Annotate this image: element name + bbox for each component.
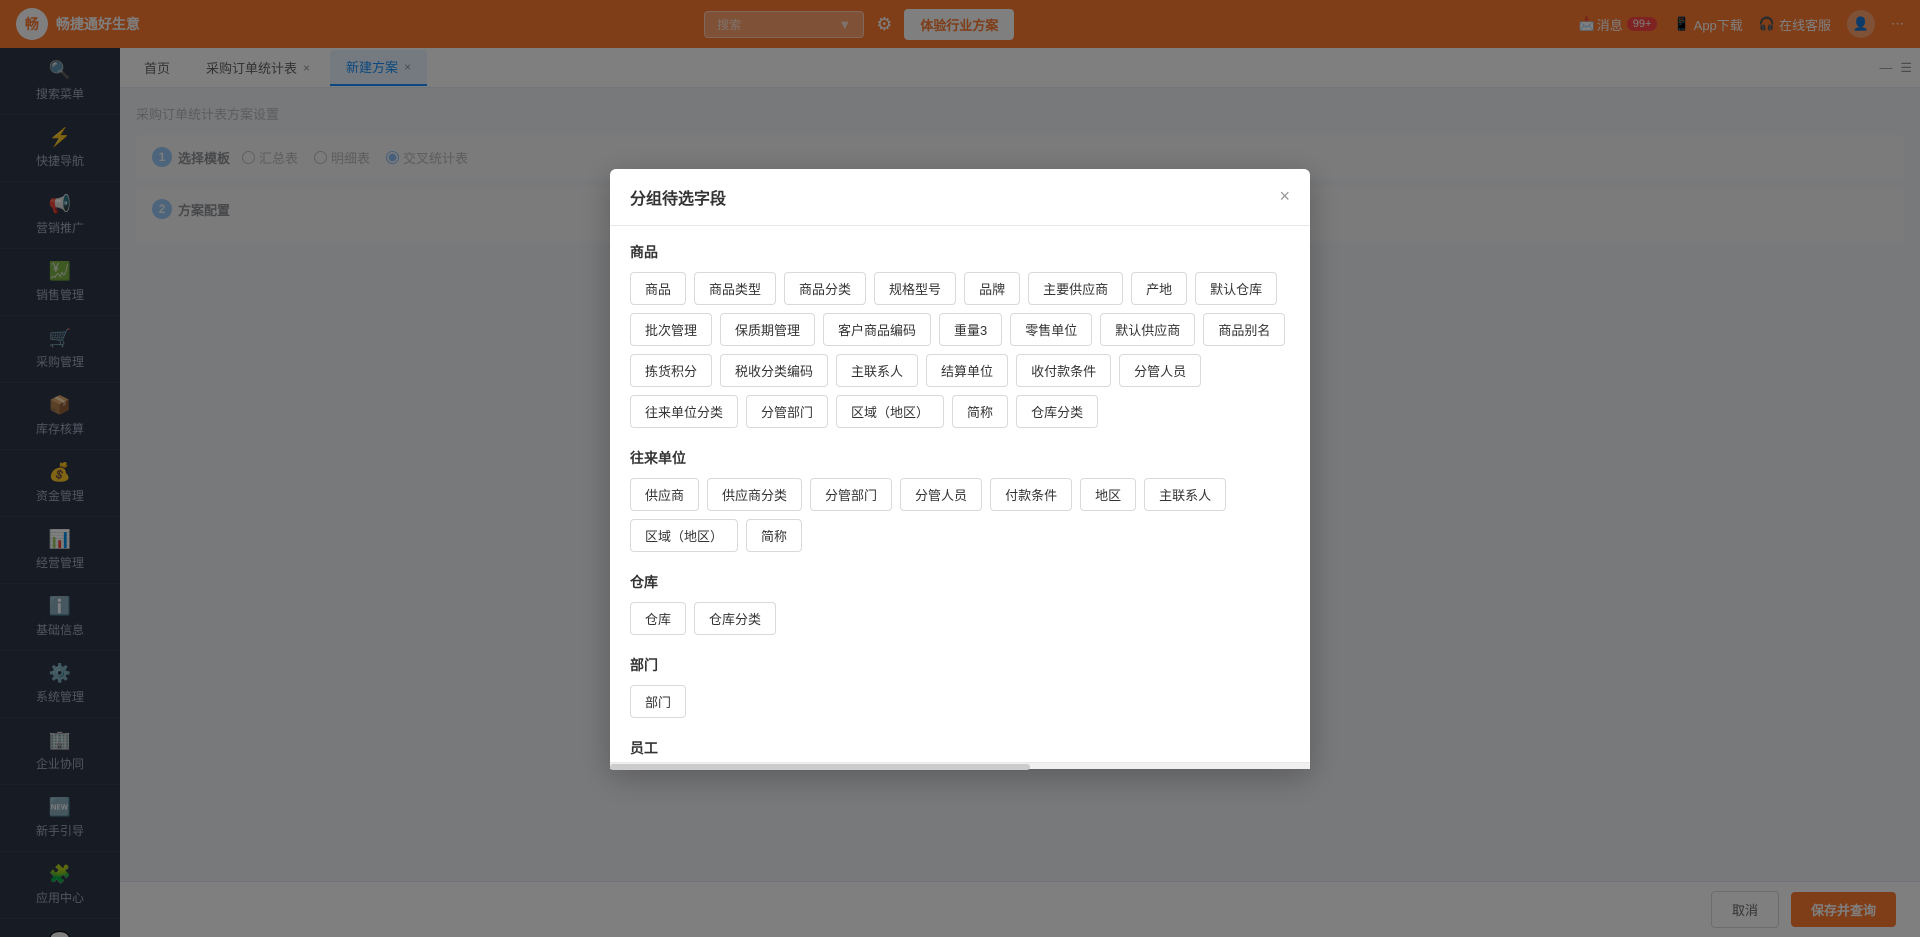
dialog-scrollbar-thumb bbox=[610, 764, 1030, 770]
dialog-header: 分组待选字段 × bbox=[610, 169, 1310, 226]
field-tag-batch-mgmt[interactable]: 批次管理 bbox=[630, 313, 712, 346]
section-dept: 部门 部门 bbox=[630, 655, 1290, 718]
field-tag-region2[interactable]: 区域（地区） bbox=[630, 519, 738, 552]
section-warehouse-title: 仓库 bbox=[630, 572, 1290, 592]
field-tag-goods[interactable]: 商品 bbox=[630, 272, 686, 305]
field-tag-contact[interactable]: 主联系人 bbox=[1144, 478, 1226, 511]
field-tag-origin[interactable]: 产地 bbox=[1131, 272, 1187, 305]
dialog-title: 分组待选字段 bbox=[630, 185, 726, 209]
field-tag-payment-terms[interactable]: 收付款条件 bbox=[1016, 354, 1111, 387]
field-tag-default-warehouse[interactable]: 默认仓库 bbox=[1195, 272, 1277, 305]
field-tag-quality-mgmt[interactable]: 保质期管理 bbox=[720, 313, 815, 346]
field-tag-interunit-category[interactable]: 往来单位分类 bbox=[630, 395, 738, 428]
warehouse-field-tags: 仓库 仓库分类 bbox=[630, 602, 1290, 635]
field-tag-main-contact[interactable]: 主联系人 bbox=[836, 354, 918, 387]
field-tag-warehouse-category[interactable]: 仓库分类 bbox=[1016, 395, 1098, 428]
field-tag-dept[interactable]: 分管部门 bbox=[810, 478, 892, 511]
field-tag-supplier[interactable]: 供应商 bbox=[630, 478, 699, 511]
field-tag-mgmt-dept[interactable]: 分管部门 bbox=[746, 395, 828, 428]
field-tag-customer-code[interactable]: 客户商品编码 bbox=[823, 313, 931, 346]
goods-field-tags: 商品 商品类型 商品分类 规格型号 品牌 主要供应商 产地 默认仓库 批次管理 … bbox=[630, 272, 1290, 428]
section-goods: 商品 商品 商品类型 商品分类 规格型号 品牌 主要供应商 产地 默认仓库 批次… bbox=[630, 242, 1290, 428]
section-goods-title: 商品 bbox=[630, 242, 1290, 262]
field-tag-main-supplier[interactable]: 主要供应商 bbox=[1028, 272, 1123, 305]
section-warehouse: 仓库 仓库 仓库分类 bbox=[630, 572, 1290, 635]
partner-field-tags: 供应商 供应商分类 分管部门 分管人员 付款条件 地区 主联系人 区域（地区） … bbox=[630, 478, 1290, 552]
field-tag-tax-code[interactable]: 税收分类编码 bbox=[720, 354, 828, 387]
field-tag-warehouse-cat[interactable]: 仓库分类 bbox=[694, 602, 776, 635]
field-tag-weight3[interactable]: 重量3 bbox=[939, 313, 1002, 346]
section-partner: 往来单位 供应商 供应商分类 分管部门 分管人员 付款条件 地区 主联系人 区域… bbox=[630, 448, 1290, 552]
field-tag-abbr[interactable]: 简称 bbox=[952, 395, 1008, 428]
field-tag-dept-field[interactable]: 部门 bbox=[630, 685, 686, 718]
dept-field-tags: 部门 bbox=[630, 685, 1290, 718]
field-tag-area[interactable]: 地区 bbox=[1080, 478, 1136, 511]
field-tag-retail-unit[interactable]: 零售单位 bbox=[1010, 313, 1092, 346]
field-select-dialog: 分组待选字段 × 商品 商品 商品类型 商品分类 规格型号 品牌 主要供应商 产… bbox=[610, 169, 1310, 769]
field-tag-default-supplier[interactable]: 默认供应商 bbox=[1100, 313, 1195, 346]
section-partner-title: 往来单位 bbox=[630, 448, 1290, 468]
field-tag-goods-type[interactable]: 商品类型 bbox=[694, 272, 776, 305]
field-tag-abbr2[interactable]: 简称 bbox=[746, 519, 802, 552]
field-tag-pick-points[interactable]: 拣货积分 bbox=[630, 354, 712, 387]
dialog-overlay: 分组待选字段 × 商品 商品 商品类型 商品分类 规格型号 品牌 主要供应商 产… bbox=[0, 0, 1920, 937]
field-tag-region[interactable]: 区域（地区） bbox=[836, 395, 944, 428]
field-tag-manager[interactable]: 分管人员 bbox=[1119, 354, 1201, 387]
dialog-body: 商品 商品 商品类型 商品分类 规格型号 品牌 主要供应商 产地 默认仓库 批次… bbox=[610, 226, 1310, 763]
field-tag-goods-alias[interactable]: 商品别名 bbox=[1203, 313, 1285, 346]
section-employee-title: 员工 bbox=[630, 738, 1290, 758]
field-tag-spec-type[interactable]: 规格型号 bbox=[874, 272, 956, 305]
field-tag-brand[interactable]: 品牌 bbox=[964, 272, 1020, 305]
dialog-horizontal-scrollbar[interactable] bbox=[610, 762, 1310, 768]
field-tag-dept-person[interactable]: 分管人员 bbox=[900, 478, 982, 511]
field-tag-settle-unit[interactable]: 结算单位 bbox=[926, 354, 1008, 387]
field-tag-payment-cond[interactable]: 付款条件 bbox=[990, 478, 1072, 511]
section-employee: 员工 业务员 bbox=[630, 738, 1290, 763]
field-tag-goods-category[interactable]: 商品分类 bbox=[784, 272, 866, 305]
field-tag-supplier-category[interactable]: 供应商分类 bbox=[707, 478, 802, 511]
section-dept-title: 部门 bbox=[630, 655, 1290, 675]
dialog-close-button[interactable]: × bbox=[1279, 186, 1290, 207]
field-tag-warehouse[interactable]: 仓库 bbox=[630, 602, 686, 635]
